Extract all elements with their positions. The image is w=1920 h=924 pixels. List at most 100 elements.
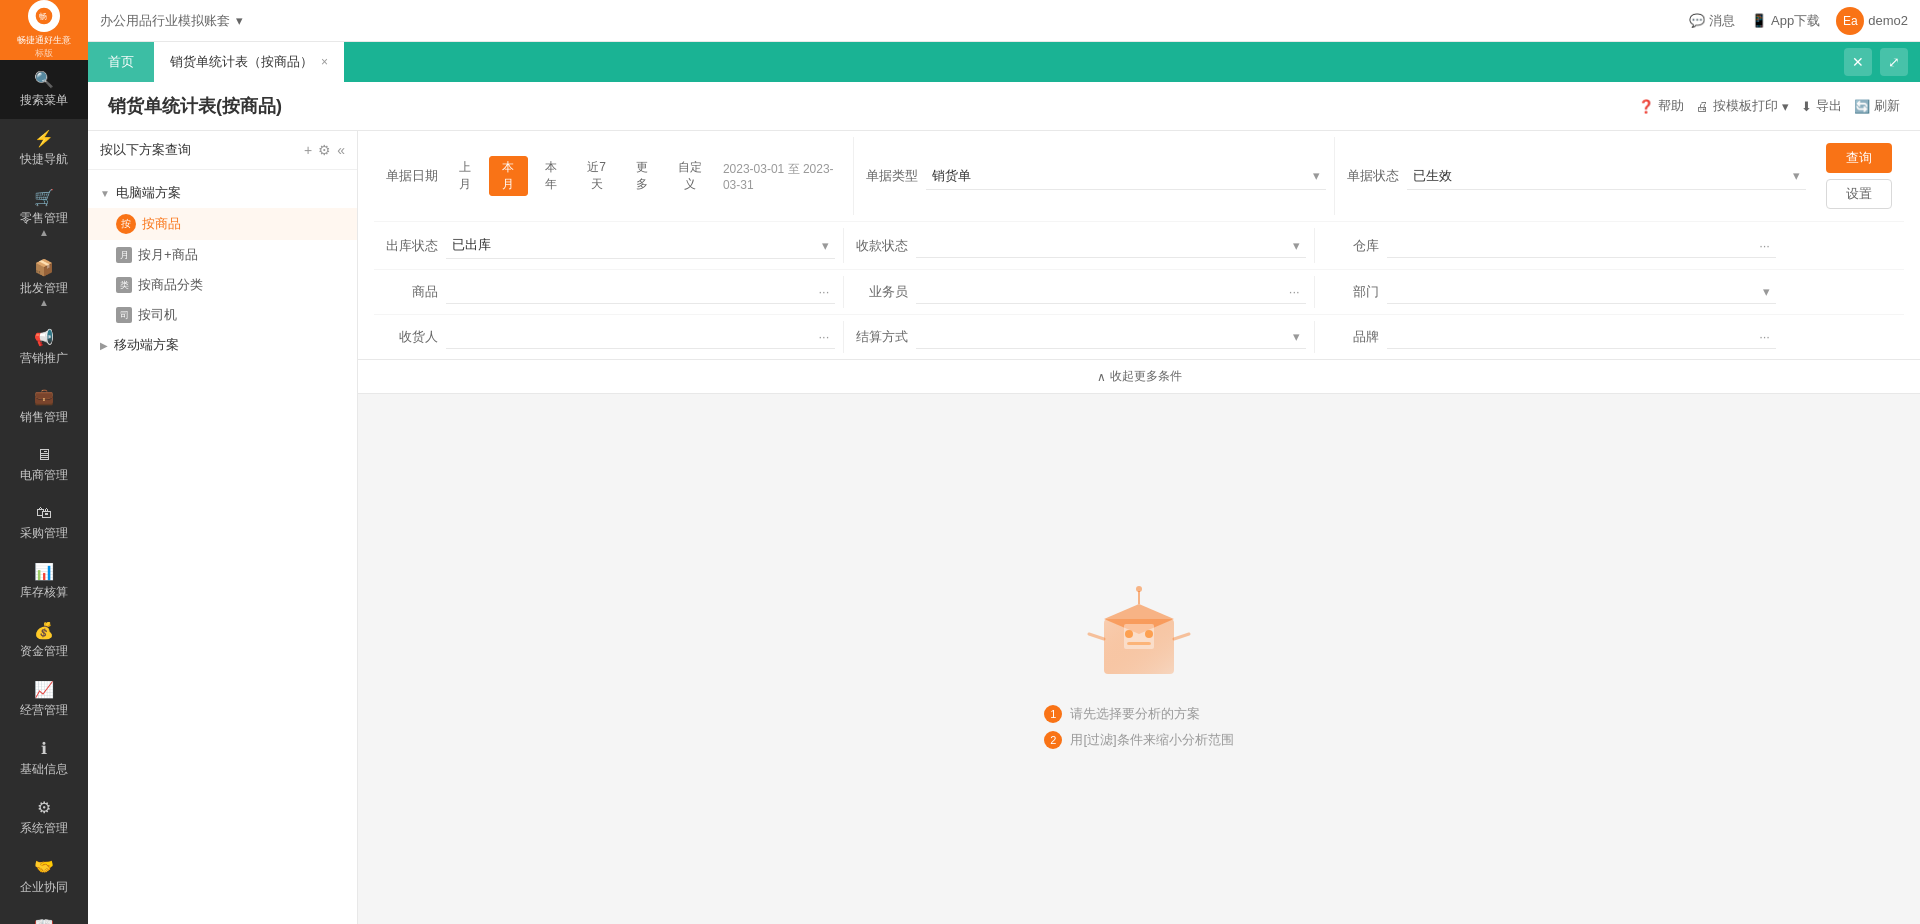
sidebar-item-wholesale[interactable]: 📦 批发管理 ▲ [0,248,88,318]
avatar: Ea [1836,7,1864,35]
tree-item-by-category[interactable]: 类 按商品分类 [88,270,357,300]
pc-group-chevron: ▼ [100,188,110,199]
left-panel-actions: + ⚙ « [304,142,345,158]
page-header: 销货单统计表(按商品) ❓ 帮助 🖨 按模板打印 ▾ ⬇ 导出 🔄 刷新 [88,82,1920,131]
tree-group-pc-header[interactable]: ▼ 电脑端方案 [88,178,357,208]
by-driver-icon: 司 [116,307,132,323]
sidebar-item-inventory[interactable]: 📊 库存核算 [0,552,88,611]
warehouse-dots[interactable]: ··· [1759,238,1770,253]
settings-button[interactable]: 设置 [1826,179,1892,209]
sidebar-item-basic[interactable]: ℹ 基础信息 [0,729,88,788]
action-buttons-spacer3 [1784,321,1904,353]
sidebar-item-management[interactable]: 📈 经营管理 [0,670,88,729]
action-buttons-spacer [1784,228,1904,263]
tab-home[interactable]: 首页 [88,42,154,82]
window-maximize-button[interactable]: ⤢ [1880,48,1908,76]
warehouse-input[interactable]: ··· [1387,234,1776,258]
receiver-input[interactable]: ··· [446,325,835,349]
management-icon: 📈 [34,680,54,699]
sidebar-item-ecommerce[interactable]: 🖥 电商管理 [0,436,88,494]
sidebar-item-wholesale-label: 批发管理 [20,280,68,297]
mobile-group-chevron: ▶ [100,340,108,351]
date-label: 单据日期 [382,167,438,185]
sidebar-item-marketing[interactable]: 📢 营销推广 [0,318,88,377]
wholesale-icon: 📦 [34,258,54,277]
date-btn-lastmonth[interactable]: 上月 [446,156,485,196]
salesperson-input[interactable]: ··· [916,280,1305,304]
export-button[interactable]: ⬇ 导出 [1801,97,1842,115]
receiver-dots[interactable]: ··· [818,329,829,344]
tree-group-mobile-header[interactable]: ▶ 移动端方案 [88,330,357,360]
empty-state: 1 请先选择要分析的方案 2 用[过滤]条件来缩小分析范围 [358,394,1920,924]
edit-scheme-button[interactable]: ⚙ [318,142,331,158]
tab-close-icon[interactable]: × [321,55,328,69]
left-panel-title: 按以下方案查询 [100,141,191,159]
out-status-select[interactable]: 已出库 ▾ [446,232,835,259]
refresh-icon: 🔄 [1854,99,1870,114]
goods-label: 商品 [382,283,438,301]
message-button[interactable]: 💬 消息 [1689,12,1735,30]
print-label: 按模板打印 [1713,97,1778,115]
date-btn-thisyear[interactable]: 本年 [532,156,571,196]
date-btn-thismonth[interactable]: 本月 [489,156,528,196]
date-range: 2023-03-01 至 2023-03-31 [723,161,845,192]
date-btn-last7days[interactable]: 近7天 [574,156,619,196]
goods-dots[interactable]: ··· [818,284,829,299]
tree-item-by-goods[interactable]: 按 按商品 [88,208,357,240]
sidebar-item-search[interactable]: 🔍 搜索菜单 [0,60,88,119]
by-month-goods-icon: 月 [116,247,132,263]
sidebar-item-sales[interactable]: 💼 销售管理 [0,377,88,436]
main-container: 办公用品行业模拟账套 ▾ 💬 消息 📱 App下载 Ea demo2 首页 [88,0,1920,924]
sidebar-item-purchase[interactable]: 🛍 采购管理 [0,494,88,552]
sidebar-item-management-label: 经营管理 [20,702,68,719]
sidebar-item-system[interactable]: ⚙ 系统管理 [0,788,88,847]
window-close-button[interactable]: ✕ [1844,48,1872,76]
tree-item-by-month-goods[interactable]: 月 按月+商品 [88,240,357,270]
sidebar-item-search-label: 搜索菜单 [20,92,68,109]
date-btn-custom[interactable]: 自定义 [666,156,715,196]
brand-dots[interactable]: ··· [1759,329,1770,344]
tab-active[interactable]: 销货单统计表（按商品） × [154,42,344,82]
app-logo[interactable]: 畅 畅捷通好生意 标版 [0,0,88,60]
sidebar: 畅 畅捷通好生意 标版 🔍 搜索菜单 ⚡ 快捷导航 🛒 零售管理 ▲ 📦 批发管… [0,0,88,924]
svg-point-6 [1145,630,1153,638]
print-button[interactable]: 🖨 按模板打印 ▾ [1696,97,1789,115]
tip-text-2: 用[过滤]条件来缩小分析范围 [1070,731,1233,749]
ecommerce-icon: 🖥 [36,446,52,464]
help-button[interactable]: ❓ 帮助 [1638,97,1684,115]
doc-status-select[interactable]: 已生效 ▾ [1407,163,1806,190]
breadcrumb-arrow[interactable]: ▾ [236,13,243,28]
sidebar-item-retail[interactable]: 🛒 零售管理 ▲ [0,178,88,248]
date-btn-group: 上月 本月 本年 近7天 更多 自定义 2023-03-01 至 2023-03… [446,156,845,196]
avatar-initials: Ea [1843,14,1858,28]
collapse-panel-button[interactable]: « [337,142,345,158]
by-driver-label: 按司机 [138,306,177,324]
warehouse-label: 仓库 [1323,237,1379,255]
goods-input[interactable]: ··· [446,280,835,304]
payment-method-arrow: ▾ [1293,329,1300,344]
add-scheme-button[interactable]: + [304,142,312,158]
sidebar-item-guide[interactable]: 📖 新手引导 [0,906,88,924]
user-profile[interactable]: Ea demo2 [1836,7,1908,35]
print-icon: 🖨 [1696,99,1709,114]
payment-select[interactable]: ▾ [916,234,1305,258]
app-download-button[interactable]: 📱 App下载 [1751,12,1820,30]
refresh-button[interactable]: 🔄 刷新 [1854,97,1900,115]
doc-type-select[interactable]: 销货单 ▾ [926,163,1325,190]
salesperson-dots[interactable]: ··· [1289,284,1300,299]
department-select[interactable]: ▾ [1387,280,1776,304]
guide-icon: 📖 [34,916,54,924]
sidebar-item-collab[interactable]: 🤝 企业协同 [0,847,88,906]
brand-input[interactable]: ··· [1387,325,1776,349]
tree-item-by-driver[interactable]: 司 按司机 [88,300,357,330]
date-btn-more[interactable]: 更多 [623,156,662,196]
sidebar-item-finance[interactable]: 💰 资金管理 [0,611,88,670]
payment-method-select[interactable]: ▾ [916,325,1305,349]
refresh-label: 刷新 [1874,97,1900,115]
query-button[interactable]: 查询 [1826,143,1892,173]
collapse-label: 收起更多条件 [1110,368,1182,385]
doc-status-arrow: ▾ [1793,168,1800,183]
collapse-bar[interactable]: ∧ 收起更多条件 [358,360,1920,394]
empty-illustration [1079,569,1199,689]
sidebar-item-quicknav[interactable]: ⚡ 快捷导航 [0,119,88,178]
